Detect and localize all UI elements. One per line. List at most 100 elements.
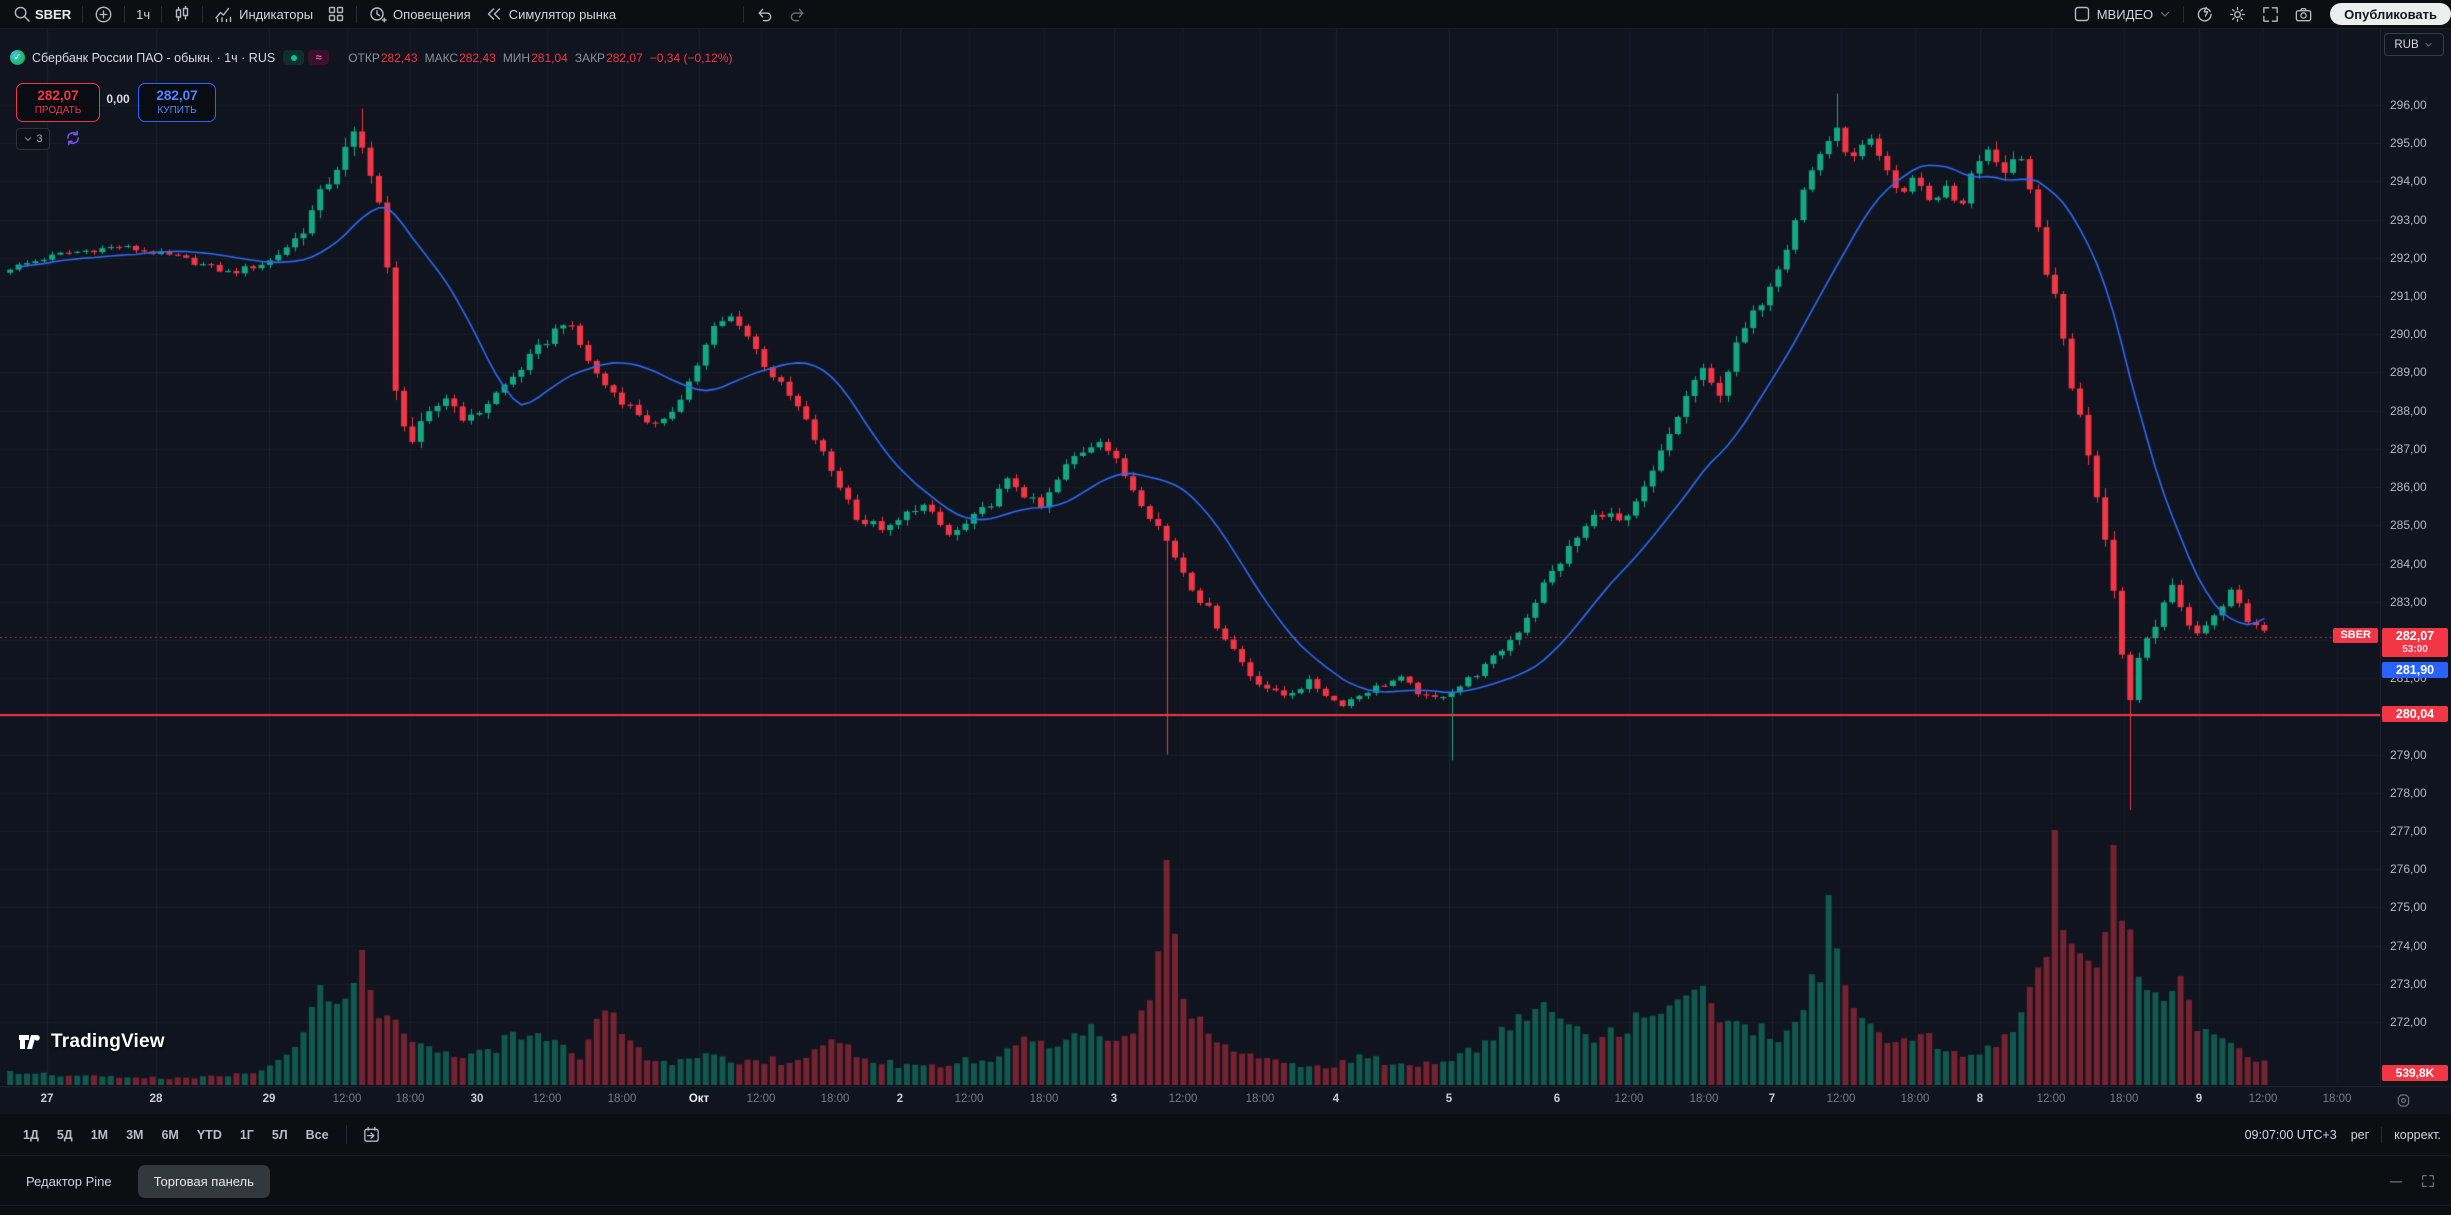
minimize-panel-icon[interactable] xyxy=(2387,1172,2405,1190)
market-status-icon[interactable] xyxy=(283,50,305,65)
toolbar-separator xyxy=(202,5,204,23)
time-tick: 18:00 xyxy=(2109,1093,2139,1105)
interval-button[interactable]: 1ч xyxy=(129,2,157,26)
object-tree-collapse-button[interactable]: 3 xyxy=(16,128,50,150)
candlestick-icon xyxy=(175,5,189,22)
single-layout-icon xyxy=(2074,6,2089,22)
quick-search-button[interactable] xyxy=(2188,2,2221,26)
price-tick: 285,00 xyxy=(2390,518,2427,533)
clock-bolt-icon xyxy=(2197,6,2212,22)
spread-value: 0,00 xyxy=(106,92,130,106)
range-Все[interactable]: Все xyxy=(297,1124,338,1146)
range-5Д[interactable]: 5Д xyxy=(48,1124,82,1146)
price-tick: 277,00 xyxy=(2390,823,2427,838)
change-readout: −0,34 (−0,12%) xyxy=(649,50,733,65)
range-YTD[interactable]: YTD xyxy=(188,1124,231,1146)
time-tick: 18:00 xyxy=(1689,1093,1719,1105)
watermark-text: TradingView xyxy=(51,1031,165,1052)
range-6М[interactable]: 6М xyxy=(152,1124,187,1146)
screenshot-button[interactable] xyxy=(2287,2,2320,26)
currency-button[interactable]: RUB xyxy=(2384,33,2444,56)
range-1Г[interactable]: 1Г xyxy=(231,1124,263,1146)
price-tick: 278,00 xyxy=(2390,785,2427,800)
undo-button[interactable] xyxy=(748,2,781,26)
time-axis[interactable]: 27 28 29 12:00 18:00 30 12:00 18:00 Окт 12:00 18:0… xyxy=(0,1086,2451,1114)
volume-label: 539,8K xyxy=(2382,1065,2448,1081)
symbol-legend[interactable]: ✓ Сбербанк России ПАО - обыкн. · 1ч · RU… xyxy=(10,50,733,65)
time-tick: 18:00 xyxy=(1900,1093,1930,1105)
sync-icon[interactable] xyxy=(64,129,82,147)
price-axis[interactable]: RUB 296,00 295,00 294,00 293,00 292,00 291,00… xyxy=(2381,29,2451,1085)
buy-button[interactable]: 282,07 КУПИТЬ xyxy=(138,83,216,122)
tab-Редактор Pine[interactable]: Редактор Pine xyxy=(10,1165,128,1198)
time-tick: 18:00 xyxy=(395,1093,425,1105)
chart-style-button[interactable] xyxy=(166,2,198,26)
adjust-label[interactable]: коррект. xyxy=(2394,1128,2441,1142)
search-icon xyxy=(14,6,30,22)
restore-panel-icon[interactable] xyxy=(2419,1172,2437,1190)
time-tick: 12:00 xyxy=(1826,1093,1856,1105)
toolbar-separator xyxy=(356,5,358,23)
range-1Д[interactable]: 1Д xyxy=(14,1124,48,1146)
compare-add-button[interactable] xyxy=(87,2,120,26)
session-label[interactable]: рег xyxy=(2351,1128,2369,1142)
indicators-button[interactable]: Индикаторы xyxy=(207,2,320,26)
time-tick: 12:00 xyxy=(2248,1093,2278,1105)
time-tick: 18:00 xyxy=(1245,1093,1275,1105)
symbol-name: SBER xyxy=(35,6,72,22)
bottom-panel-bar: Редактор Pine Торговая панель xyxy=(0,1155,2451,1206)
symbol-search-button[interactable]: SBER xyxy=(6,2,78,26)
go-to-date-button[interactable] xyxy=(355,1123,388,1147)
price-tick: 279,00 xyxy=(2390,747,2427,762)
top-toolbar: SBER 1ч Индикаторы Оповещения Симулятор … xyxy=(0,0,2451,29)
replay-button[interactable]: Симулятор рынка xyxy=(478,2,623,26)
chevron-down-icon xyxy=(25,137,32,141)
time-tick: 30 xyxy=(470,1093,484,1105)
interval-label: 1ч xyxy=(136,6,151,22)
indicator-templates-button[interactable] xyxy=(320,2,352,26)
price-tick: 272,00 xyxy=(2390,1015,2427,1030)
redo-button[interactable] xyxy=(781,2,814,26)
approx-price-icon[interactable]: ≈ xyxy=(308,50,330,65)
time-tick: 18:00 xyxy=(820,1093,850,1105)
price-tick: 276,00 xyxy=(2390,862,2427,877)
range-items: 1Д 5Д 1М 3М 6М YTD 1Г 5Л Все xyxy=(14,1124,338,1146)
sell-button[interactable]: 282,07 ПРОДАТЬ xyxy=(16,83,100,122)
chart-region: ✓ Сбербанк России ПАО - обыкн. · 1ч · RU… xyxy=(0,29,2451,1112)
range-3М[interactable]: 3М xyxy=(117,1124,152,1146)
publish-button[interactable]: Опубликовать xyxy=(2330,3,2451,25)
price-tick: 284,00 xyxy=(2390,556,2427,571)
settings-button[interactable] xyxy=(2221,2,2254,26)
tab-Торговая панель[interactable]: Торговая панель xyxy=(137,1164,270,1198)
time-tick: 12:00 xyxy=(2036,1093,2066,1105)
fullscreen-button[interactable] xyxy=(2254,2,2287,26)
price-tick: 293,00 xyxy=(2390,212,2427,227)
layout-name: МВИДЕО xyxy=(2096,6,2154,22)
clock-label[interactable]: 09:07:00 UTC+3 xyxy=(2245,1128,2337,1142)
bid-price-label: 281,90 xyxy=(2382,662,2448,679)
range-5Л[interactable]: 5Л xyxy=(263,1124,297,1146)
indicators-label: Индикаторы xyxy=(239,6,314,22)
time-tick: 18:00 xyxy=(607,1093,637,1105)
alerts-button[interactable]: Оповещения xyxy=(361,2,478,26)
time-tick: 29 xyxy=(262,1093,276,1105)
bar-countdown: 53:00 xyxy=(2402,644,2428,656)
axis-settings-icon[interactable] xyxy=(2395,1092,2412,1109)
time-tick: Окт xyxy=(688,1093,710,1105)
indicators-icon xyxy=(215,7,232,22)
layout-select-button[interactable]: МВИДЕО xyxy=(2066,2,2179,26)
undo-icon xyxy=(758,8,772,21)
price-tick: 274,00 xyxy=(2390,938,2427,953)
ohlc-label: ОТКР xyxy=(348,50,380,65)
range-1М[interactable]: 1М xyxy=(82,1124,117,1146)
price-chart-canvas[interactable] xyxy=(0,29,2380,1085)
alarm-clock-plus-icon xyxy=(370,6,387,22)
time-tick: 28 xyxy=(149,1093,163,1105)
price-tick: 296,00 xyxy=(2390,98,2427,112)
chevron-down-icon xyxy=(2161,11,2170,17)
replay-label: Симулятор рынка xyxy=(508,6,617,22)
sell-label: ПРОДАТЬ xyxy=(34,105,82,117)
toolbar-separator xyxy=(161,5,163,23)
sell-price: 282,07 xyxy=(37,87,79,103)
last-price-label: 282,07 53:00 xyxy=(2382,628,2448,658)
